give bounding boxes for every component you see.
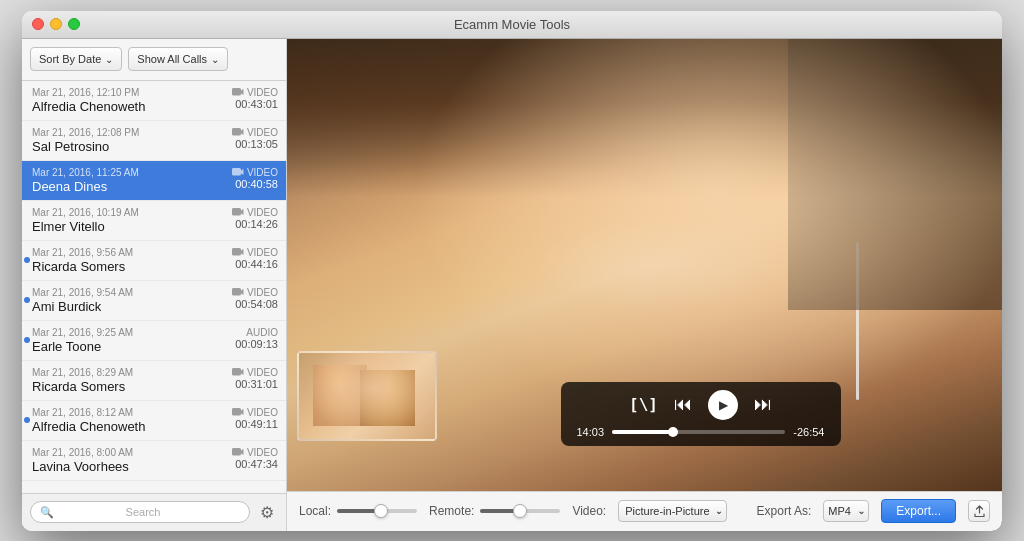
call-type: VIDEO <box>232 287 278 298</box>
call-meta: VIDEO 00:47:34 <box>232 447 278 470</box>
call-item[interactable]: Mar 21, 2016, 8:29 AM Ricarda Somers VID… <box>22 361 286 401</box>
gear-button[interactable]: ⚙ <box>256 501 278 523</box>
call-type: VIDEO <box>232 367 278 378</box>
call-duration: 00:54:08 <box>232 298 278 310</box>
call-meta: VIDEO 00:14:26 <box>232 207 278 230</box>
local-label: Local: <box>299 504 331 518</box>
left-panel: Sort By Date Show All Calls Mar 21, 2016… <box>22 39 287 531</box>
traffic-lights <box>32 18 80 30</box>
calls-list: Mar 21, 2016, 12:10 PM Alfredia Chenowet… <box>22 81 286 493</box>
in-point-button[interactable]: [\] <box>629 395 658 414</box>
call-item[interactable]: Mar 21, 2016, 9:54 AM Ami Burdick VIDEO … <box>22 281 286 321</box>
call-type: VIDEO <box>232 87 278 98</box>
call-type: VIDEO <box>232 407 278 418</box>
maximize-button[interactable] <box>68 18 80 30</box>
call-item[interactable]: Mar 21, 2016, 8:12 AM Alfredia Chenoweth… <box>22 401 286 441</box>
sort-button[interactable]: Sort By Date <box>30 47 122 71</box>
local-slider[interactable] <box>337 509 417 513</box>
call-duration: 00:09:13 <box>235 338 278 350</box>
pip-bg <box>299 353 435 439</box>
search-icon: 🔍 <box>40 506 54 519</box>
call-duration: 00:49:11 <box>232 418 278 430</box>
call-meta: VIDEO 00:13:05 <box>232 127 278 150</box>
play-button[interactable] <box>708 390 738 420</box>
title-bar: Ecamm Movie Tools <box>22 11 1002 39</box>
call-item[interactable]: Mar 21, 2016, 9:25 AM Earle Toone AUDIO … <box>22 321 286 361</box>
time-current: 14:03 <box>577 426 605 438</box>
close-button[interactable] <box>32 18 44 30</box>
local-slider-thumb <box>374 504 388 518</box>
bottom-controls: Local: Remote: Video: Pic <box>287 491 1002 531</box>
call-meta: VIDEO 00:31:01 <box>232 367 278 390</box>
export-as-label: Export As: <box>757 504 812 518</box>
remote-slider-thumb <box>513 504 527 518</box>
call-type: VIDEO <box>232 247 278 258</box>
call-type: VIDEO <box>232 207 278 218</box>
call-type: VIDEO <box>232 127 278 138</box>
app-window: Ecamm Movie Tools Sort By Date Show All … <box>22 11 1002 531</box>
pip-person1 <box>313 365 367 425</box>
main-content: Sort By Date Show All Calls Mar 21, 2016… <box>22 39 1002 531</box>
format-select[interactable]: MP4 MOV M4V <box>823 500 869 522</box>
video-label: Video: <box>572 504 606 518</box>
right-panel: [\] ⏮ ⏭ 14:03 -26:54 <box>287 39 1002 531</box>
toolbar: Sort By Date Show All Calls <box>22 39 286 81</box>
pip-person2 <box>360 370 414 426</box>
share-button[interactable] <box>968 500 990 522</box>
call-meta: VIDEO 00:49:11 <box>232 407 278 430</box>
call-duration: 00:44:16 <box>232 258 278 270</box>
call-meta: VIDEO 00:43:01 <box>232 87 278 110</box>
video-area: [\] ⏮ ⏭ 14:03 -26:54 <box>287 39 1002 491</box>
call-duration: 00:13:05 <box>232 138 278 150</box>
call-duration: 00:14:26 <box>232 218 278 230</box>
time-remaining: -26:54 <box>793 426 824 438</box>
minimize-button[interactable] <box>50 18 62 30</box>
call-duration: 00:40:58 <box>232 178 278 190</box>
progress-fill <box>612 430 673 434</box>
bg-dark <box>788 39 1003 310</box>
share-icon <box>973 505 986 518</box>
call-type: VIDEO <box>232 167 278 178</box>
earphone-wire <box>856 242 859 400</box>
call-meta: VIDEO 00:40:58 <box>232 167 278 190</box>
skip-back-button[interactable]: ⏮ <box>674 394 692 415</box>
progress-row: 14:03 -26:54 <box>577 426 825 438</box>
video-select-wrapper: Picture-in-Picture Side by Side Full Scr… <box>618 500 727 522</box>
progress-thumb <box>668 427 678 437</box>
progress-bar[interactable] <box>612 430 785 434</box>
remote-slider-group: Remote: <box>429 504 560 518</box>
call-item[interactable]: Mar 21, 2016, 11:25 AM Deena Dines VIDEO… <box>22 161 286 201</box>
call-type: VIDEO <box>232 447 278 458</box>
search-bar: 🔍 ⚙ <box>22 493 286 531</box>
call-duration: 00:47:34 <box>232 458 278 470</box>
call-item[interactable]: Mar 21, 2016, 12:10 PM Alfredia Chenowet… <box>22 81 286 121</box>
skip-forward-button[interactable]: ⏭ <box>754 394 772 415</box>
call-duration: 00:31:01 <box>232 378 278 390</box>
export-button[interactable]: Export... <box>881 499 956 523</box>
call-meta: VIDEO 00:44:16 <box>232 247 278 270</box>
remote-slider[interactable] <box>480 509 560 513</box>
call-item[interactable]: Mar 21, 2016, 8:00 AM Lavina Voorhees VI… <box>22 441 286 481</box>
call-type: AUDIO <box>235 327 278 338</box>
call-item[interactable]: Mar 21, 2016, 12:08 PM Sal Petrosino VID… <box>22 121 286 161</box>
local-slider-group: Local: <box>299 504 417 518</box>
transport-bar: [\] ⏮ ⏭ 14:03 -26:54 <box>561 382 841 446</box>
search-input[interactable] <box>30 501 250 523</box>
search-wrapper: 🔍 <box>30 501 250 523</box>
video-hair <box>287 39 1002 197</box>
remote-label: Remote: <box>429 504 474 518</box>
transport-buttons: [\] ⏮ ⏭ <box>629 390 772 420</box>
video-select[interactable]: Picture-in-Picture Side by Side Full Scr… <box>618 500 727 522</box>
video-smile <box>537 219 787 309</box>
window-title: Ecamm Movie Tools <box>454 17 570 32</box>
call-item[interactable]: Mar 21, 2016, 9:56 AM Ricarda Somers VID… <box>22 241 286 281</box>
call-item[interactable]: Mar 21, 2016, 10:19 AM Elmer Vitello VID… <box>22 201 286 241</box>
format-select-wrapper: MP4 MOV M4V ⌄ <box>823 500 869 522</box>
call-duration: 00:43:01 <box>232 98 278 110</box>
pip-thumbnail <box>297 351 437 441</box>
show-calls-button[interactable]: Show All Calls <box>128 47 228 71</box>
call-meta: AUDIO 00:09:13 <box>235 327 278 350</box>
call-meta: VIDEO 00:54:08 <box>232 287 278 310</box>
